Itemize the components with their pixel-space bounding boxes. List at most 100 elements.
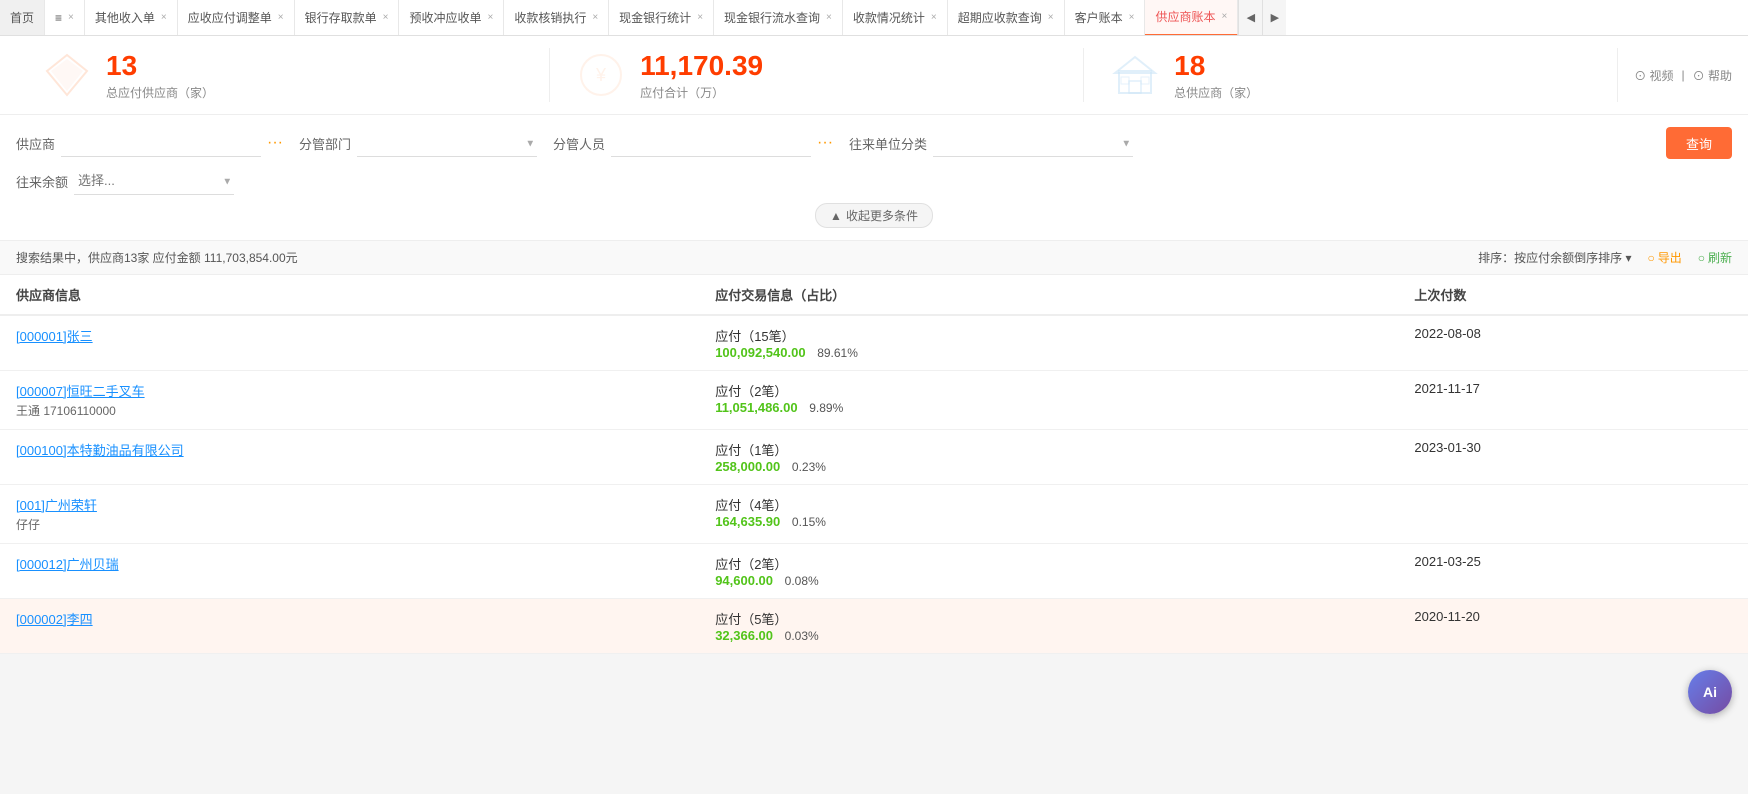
result-summary-text: 搜索结果中，供应商13家 应付金额 111,703,854.00元 — [16, 249, 298, 266]
payable-amount-1: 100,092,540.00 — [715, 345, 805, 360]
nav-tab-other-income[interactable]: 其他收入单 × — [85, 0, 178, 36]
query-button[interactable]: 查询 — [1666, 127, 1732, 159]
payable-count-4: 应付（4笔） — [715, 495, 1382, 514]
payable-row-2: 11,051,486.00 9.89% — [715, 400, 1382, 415]
nav-tab-cashflow[interactable]: 现金银行流水查询 × — [714, 0, 843, 36]
collapse-button[interactable]: ▲ 收起更多条件 — [815, 203, 933, 228]
payable-total-label: 应付合计（万） — [640, 84, 763, 101]
close-icon[interactable]: × — [592, 12, 598, 23]
nav-tab-adjustment-label: 应收应付调整单 — [188, 9, 272, 26]
supplier-link-1[interactable]: [000001]张三 — [16, 329, 93, 344]
refresh-icon: ○ — [1698, 251, 1705, 265]
nav-tab-overdue[interactable]: 超期应收款查询 × — [948, 0, 1065, 36]
close-icon[interactable]: × — [161, 12, 167, 23]
close-icon[interactable]: × — [1221, 11, 1227, 22]
nav-tab-overdue-label: 超期应收款查询 — [958, 9, 1042, 26]
supplier-dots-icon[interactable]: ··· — [267, 134, 283, 152]
nav-tab-collection-label: 收款核销执行 — [514, 9, 586, 26]
last-payment-cell-6: 2020-11-20 — [1398, 599, 1748, 654]
payable-cell-2: 应付（2笔） 11,051,486.00 9.89% — [699, 371, 1398, 430]
nav-next-arrow[interactable]: ▶ — [1262, 0, 1286, 36]
payable-row-3: 258,000.00 0.23% — [715, 459, 1382, 474]
payable-cell-1: 应付（15笔） 100,092,540.00 89.61% — [699, 315, 1398, 371]
nav-tab-customer-ledger[interactable]: 客户账本 × — [1065, 0, 1146, 36]
payable-row-1: 100,092,540.00 89.61% — [715, 345, 1382, 360]
payable-count-1: 应付（15笔） — [715, 326, 1382, 345]
filter-area: 供应商 ··· 分管部门 ▾ 分管人员 ··· 往来单位分类 ▾ 查询 — [0, 115, 1748, 241]
video-link[interactable]: ⊙ 视频 — [1634, 67, 1673, 84]
th-payable-info: 应付交易信息（占比） — [699, 275, 1398, 315]
supplier-link-2[interactable]: [000007]恒旺二手叉车 — [16, 384, 145, 399]
export-label: 导出 — [1658, 249, 1682, 266]
close-icon[interactable]: × — [1048, 12, 1054, 23]
category-dropdown-icon: ▾ — [1124, 137, 1130, 150]
nav-tab-home[interactable]: 首页 — [0, 0, 45, 36]
nav-tab-cash-stat-label: 现金银行统计 — [619, 9, 691, 26]
payable-percent-3: 0.23% — [792, 460, 826, 474]
last-payment-cell-5: 2021-03-25 — [1398, 544, 1748, 599]
nav-prev-arrow[interactable]: ◀ — [1238, 0, 1262, 36]
refresh-button[interactable]: ○ 刷新 — [1698, 249, 1732, 266]
payable-percent-1: 89.61% — [817, 346, 858, 360]
payable-cell-4: 应付（4笔） 164,635.90 0.15% — [699, 485, 1398, 544]
nav-tab-adjustment[interactable]: 应收应付调整单 × — [178, 0, 295, 36]
supplier-table: 供应商信息 应付交易信息（占比） 上次付数 [000001]张三 应付（15笔）… — [0, 275, 1748, 654]
table-row: [000007]恒旺二手叉车 王通 17106110000 应付（2笔） 11,… — [0, 371, 1748, 430]
close-icon[interactable]: × — [697, 12, 703, 23]
supplier-input[interactable] — [61, 129, 261, 157]
payable-row-6: 32,366.00 0.03% — [715, 628, 1382, 643]
supplier-cell-5: [000012]广州贝瑞 — [0, 544, 699, 599]
payable-row-5: 94,600.00 0.08% — [715, 573, 1382, 588]
help-link[interactable]: ⊙ 帮助 — [1693, 67, 1732, 84]
close-icon[interactable]: × — [278, 12, 284, 23]
summary-card-payable-total: ¥ 11,170.39 应付合计（万） — [550, 48, 1084, 102]
supplier-link-5[interactable]: [000012]广州贝瑞 — [16, 557, 119, 572]
supplier-link-4[interactable]: [001]广州荣轩 — [16, 498, 97, 513]
export-button[interactable]: ○ 导出 — [1647, 249, 1681, 266]
payable-suppliers-label: 总应付供应商（家） — [106, 84, 214, 101]
close-icon[interactable]: × — [826, 12, 832, 23]
supplier-link-6[interactable]: [000002]李四 — [16, 612, 93, 627]
payable-suppliers-value: 13 — [106, 49, 214, 83]
person-dots-icon[interactable]: ··· — [817, 134, 833, 152]
payable-percent-4: 0.15% — [792, 515, 826, 529]
close-icon[interactable]: × — [68, 12, 74, 23]
filter-supplier: 供应商 ··· — [16, 129, 283, 157]
filter-row-2: 往来余额 ▾ — [16, 167, 1732, 195]
supplier-sub-2: 王通 17106110000 — [16, 402, 683, 419]
filter-category: 往来单位分类 ▾ — [849, 129, 1133, 157]
supplier-link-3[interactable]: [000100]本特勤油品有限公司 — [16, 443, 184, 458]
close-icon[interactable]: × — [931, 12, 937, 23]
close-icon[interactable]: × — [487, 12, 493, 23]
payable-percent-5: 0.08% — [785, 574, 819, 588]
category-input[interactable] — [933, 129, 1133, 157]
nav-tab-cash-stat[interactable]: 现金银行统计 × — [609, 0, 714, 36]
summary-text-payable-total: 11,170.39 应付合计（万） — [640, 49, 763, 102]
sort-label[interactable]: 排序：按应付余额倒序排序 ▾ — [1478, 249, 1631, 266]
th-last-payment: 上次付数 — [1398, 275, 1748, 315]
close-icon[interactable]: × — [1129, 12, 1135, 23]
nav-tab-prepay-label: 预收冲应收单 — [409, 9, 481, 26]
nav-tab-collection-stat[interactable]: 收款情况统计 × — [843, 0, 948, 36]
payable-cell-5: 应付（2笔） 94,600.00 0.08% — [699, 544, 1398, 599]
summary-text-total-suppliers: 18 总供应商（家） — [1174, 49, 1258, 102]
close-icon[interactable]: × — [383, 12, 389, 23]
nav-tab-cashflow-label: 现金银行流水查询 — [724, 9, 820, 26]
total-suppliers-label: 总供应商（家） — [1174, 84, 1258, 101]
person-input[interactable] — [611, 129, 811, 157]
result-actions: 排序：按应付余额倒序排序 ▾ ○ 导出 ○ 刷新 — [1478, 249, 1732, 266]
person-label: 分管人员 — [553, 134, 605, 153]
balance-input[interactable] — [74, 167, 234, 195]
balance-dropdown-icon: ▾ — [224, 175, 230, 188]
nav-tab-bank[interactable]: 银行存取款单 × — [295, 0, 400, 36]
nav-tab-collection[interactable]: 收款核销执行 × — [504, 0, 609, 36]
ai-button[interactable]: Ai — [1688, 670, 1732, 714]
diamond-icon — [40, 48, 94, 102]
nav-tab-1[interactable]: ≡ × — [45, 0, 85, 36]
nav-tab-supplier-ledger[interactable]: 供应商账本 × — [1145, 0, 1238, 36]
dept-input[interactable] — [357, 129, 537, 157]
collapse-icon: ▲ — [830, 209, 842, 223]
nav-tab-other-income-label: 其他收入单 — [95, 9, 155, 26]
nav-tab-prepay[interactable]: 预收冲应收单 × — [399, 0, 504, 36]
supplier-table-container: 供应商信息 应付交易信息（占比） 上次付数 [000001]张三 应付（15笔）… — [0, 275, 1748, 654]
